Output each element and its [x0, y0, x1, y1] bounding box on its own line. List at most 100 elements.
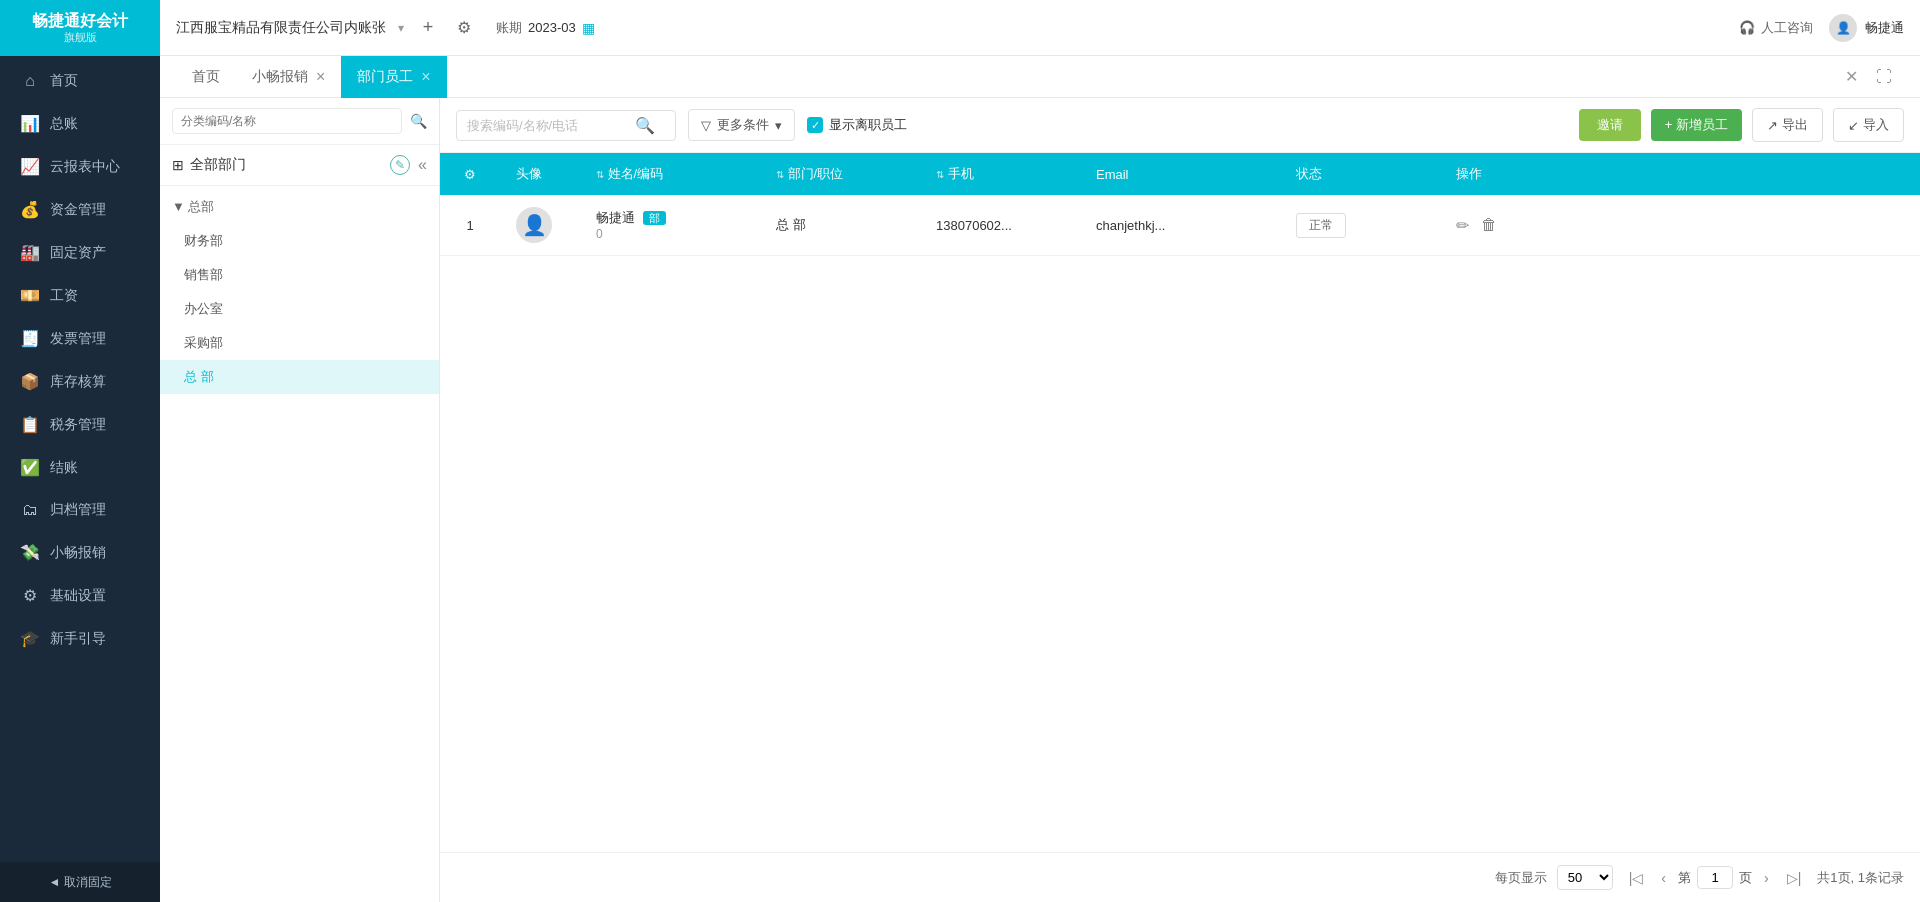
tab-dept-employee[interactable]: 部门员工 × [341, 56, 446, 98]
sidebar-item-label-ledger: 总账 [50, 115, 78, 133]
export-button[interactable]: ↗ 导出 [1752, 108, 1823, 142]
sidebar-item-label-inventory: 库存核算 [50, 373, 106, 391]
dept-general[interactable]: 总 部 [160, 360, 439, 394]
dept-collapse-icon[interactable]: « [418, 156, 427, 174]
tab-expand-window-button[interactable]: ⛶ [1872, 64, 1896, 90]
sidebar-item-label-funds: 资金管理 [50, 201, 106, 219]
all-dept-button[interactable]: ⊞ 全部部门 [172, 156, 246, 174]
sidebar-item-cloud-reports[interactable]: 📈 云报表中心 [0, 145, 160, 188]
sidebar-unpin[interactable]: ◄ 取消固定 [0, 862, 160, 902]
period-value: 2023-03 [528, 20, 576, 35]
page-number-input[interactable] [1697, 866, 1733, 889]
dept-edit-icon[interactable]: ✎ [390, 155, 410, 175]
col-email: Email [1080, 153, 1280, 195]
settings-icon[interactable]: ⚙ [452, 16, 476, 40]
dept-search-input[interactable] [172, 108, 402, 134]
edit-employee-button[interactable]: ✏ [1456, 216, 1469, 235]
sort-icon-dept: ⇅ [776, 169, 784, 180]
sort-icon-name: ⇅ [596, 169, 604, 180]
show-resigned-checkbox[interactable]: ✓ [807, 117, 823, 133]
first-page-button[interactable]: |◁ [1623, 868, 1650, 888]
import-button[interactable]: ↙ 导入 [1833, 108, 1904, 142]
archive-icon: 🗂 [20, 501, 40, 519]
checkout-icon: ✅ [20, 458, 40, 477]
show-resigned-toggle[interactable]: ✓ 显示离职员工 [807, 116, 907, 134]
add-account-button[interactable]: + [416, 16, 440, 40]
sidebar-item-checkout[interactable]: ✅ 结账 [0, 446, 160, 489]
employee-search-input[interactable] [467, 118, 627, 133]
last-page-button[interactable]: ▷| [1781, 868, 1808, 888]
row-index: 1 [440, 195, 500, 256]
sidebar-item-home[interactable]: ⌂ 首页 [0, 60, 160, 102]
col-settings[interactable]: ⚙ [440, 153, 500, 195]
delete-employee-button[interactable]: 🗑 [1481, 216, 1497, 234]
row-email: chanjethkj... [1080, 195, 1280, 256]
sidebar-item-funds[interactable]: 💰 资金管理 [0, 188, 160, 231]
sidebar-item-label-basic-settings: 基础设置 [50, 587, 106, 605]
more-filter-button[interactable]: ▽ 更多条件 ▾ [688, 109, 795, 141]
app-logo[interactable]: 畅捷通好会计 旗舰版 [0, 0, 160, 56]
dept-sales[interactable]: 销售部 [160, 258, 439, 292]
sidebar-item-inventory[interactable]: 📦 库存核算 [0, 360, 160, 403]
export-label: 导出 [1782, 116, 1808, 134]
sidebar-item-new-guide[interactable]: 🎓 新手引导 [0, 617, 160, 660]
dept-search-icon[interactable]: 🔍 [410, 113, 427, 129]
sidebar-item-salary[interactable]: 💴 工资 [0, 274, 160, 317]
toolbar-right-actions: 邀请 + 新增员工 ↗ 导出 ↙ 导入 [1579, 108, 1904, 142]
employee-table-body: 1 👤 畅捷通 部 0 总 部 138070602... chanjethkj.… [440, 195, 1920, 256]
user-menu[interactable]: 👤 畅捷通 [1829, 14, 1904, 42]
tab-close-window-button[interactable]: ✕ [1841, 63, 1862, 90]
row-name-cell: 畅捷通 部 0 [580, 195, 760, 256]
sidebar-nav: ⌂ 首页 📊 总账 📈 云报表中心 💰 资金管理 🏭 固定资产 💴 工资 🧾 发… [0, 56, 160, 862]
sidebar-item-archive[interactable]: 🗂 归档管理 [0, 489, 160, 531]
col-name[interactable]: ⇅ 姓名/编码 [580, 153, 760, 195]
dept-finance[interactable]: 财务部 [160, 224, 439, 258]
employee-search-bar: 🔍 [456, 110, 676, 141]
calendar-icon[interactable]: ▦ [582, 20, 595, 36]
ledger-icon: 📊 [20, 114, 40, 133]
app-subtitle: 旗舰版 [64, 30, 97, 45]
filter-icon: ▽ [701, 118, 711, 133]
invoice-icon: 🧾 [20, 329, 40, 348]
next-page-button[interactable]: › [1758, 868, 1775, 888]
unpin-label: ◄ 取消固定 [48, 874, 111, 891]
pagination: 每页显示 50 20 100 |◁ ‹ 第 页 › ▷| 共1页, 1条记录 [440, 852, 1920, 902]
import-label: 导入 [1863, 116, 1889, 134]
total-label: 共1页, 1条记录 [1817, 869, 1904, 887]
per-page-label: 每页显示 [1495, 869, 1547, 887]
tab-dept-employee-close[interactable]: × [421, 69, 430, 85]
sidebar-item-invoice[interactable]: 🧾 发票管理 [0, 317, 160, 360]
sidebar-item-fixed-assets[interactable]: 🏭 固定资产 [0, 231, 160, 274]
service-label: 人工咨询 [1761, 19, 1813, 37]
tab-home[interactable]: 首页 [176, 56, 236, 98]
user-avatar: 👤 [1829, 14, 1857, 42]
sidebar-item-xiaochang-expense[interactable]: 💸 小畅报销 [0, 531, 160, 574]
per-page-select[interactable]: 50 20 100 [1557, 865, 1613, 890]
prev-page-button[interactable]: ‹ [1655, 868, 1672, 888]
employee-code: 0 [596, 227, 666, 241]
page-label: 第 [1678, 869, 1691, 887]
dept-left-panel: 🔍 ⊞ 全部部门 ✎ « ▼ 总部财务部销售部办公室采购部总 部 [160, 98, 440, 902]
sidebar-item-ledger[interactable]: 📊 总账 [0, 102, 160, 145]
col-phone[interactable]: ⇅ 手机 [920, 153, 1080, 195]
dept-office[interactable]: 办公室 [160, 292, 439, 326]
tab-xiaochang[interactable]: 小畅报销 × [236, 56, 341, 98]
sidebar-item-basic-settings[interactable]: ⚙ 基础设置 [0, 574, 160, 617]
employee-search-icon[interactable]: 🔍 [635, 116, 655, 135]
company-name: 江西服宝精品有限责任公司内账张 [176, 19, 386, 37]
sidebar-item-tax[interactable]: 📋 税务管理 [0, 403, 160, 446]
page-navigation: |◁ ‹ 第 页 › ▷| [1623, 866, 1808, 889]
add-employee-button[interactable]: + 新增员工 [1651, 109, 1742, 141]
row-status: 正常 [1280, 195, 1440, 256]
col-dept[interactable]: ⇅ 部门/职位 [760, 153, 920, 195]
tab-xiaochang-close[interactable]: × [316, 69, 325, 85]
home-icon: ⌂ [20, 72, 40, 90]
content-area: 首页 小畅报销 × 部门员工 × ✕ ⛶ 🔍 ⊞ 全部部门 [160, 56, 1920, 902]
company-dropdown-icon[interactable]: ▾ [398, 21, 404, 35]
dept-purchase[interactable]: 采购部 [160, 326, 439, 360]
invite-button[interactable]: 邀请 [1579, 109, 1641, 141]
employee-right-panel: 🔍 ▽ 更多条件 ▾ ✓ 显示离职员工 邀请 + 新增员工 [440, 98, 1920, 902]
dept-hq[interactable]: ▼ 总部 [160, 190, 439, 224]
service-button[interactable]: 🎧 人工咨询 [1739, 19, 1813, 37]
sidebar-item-label-cloud-reports: 云报表中心 [50, 158, 120, 176]
